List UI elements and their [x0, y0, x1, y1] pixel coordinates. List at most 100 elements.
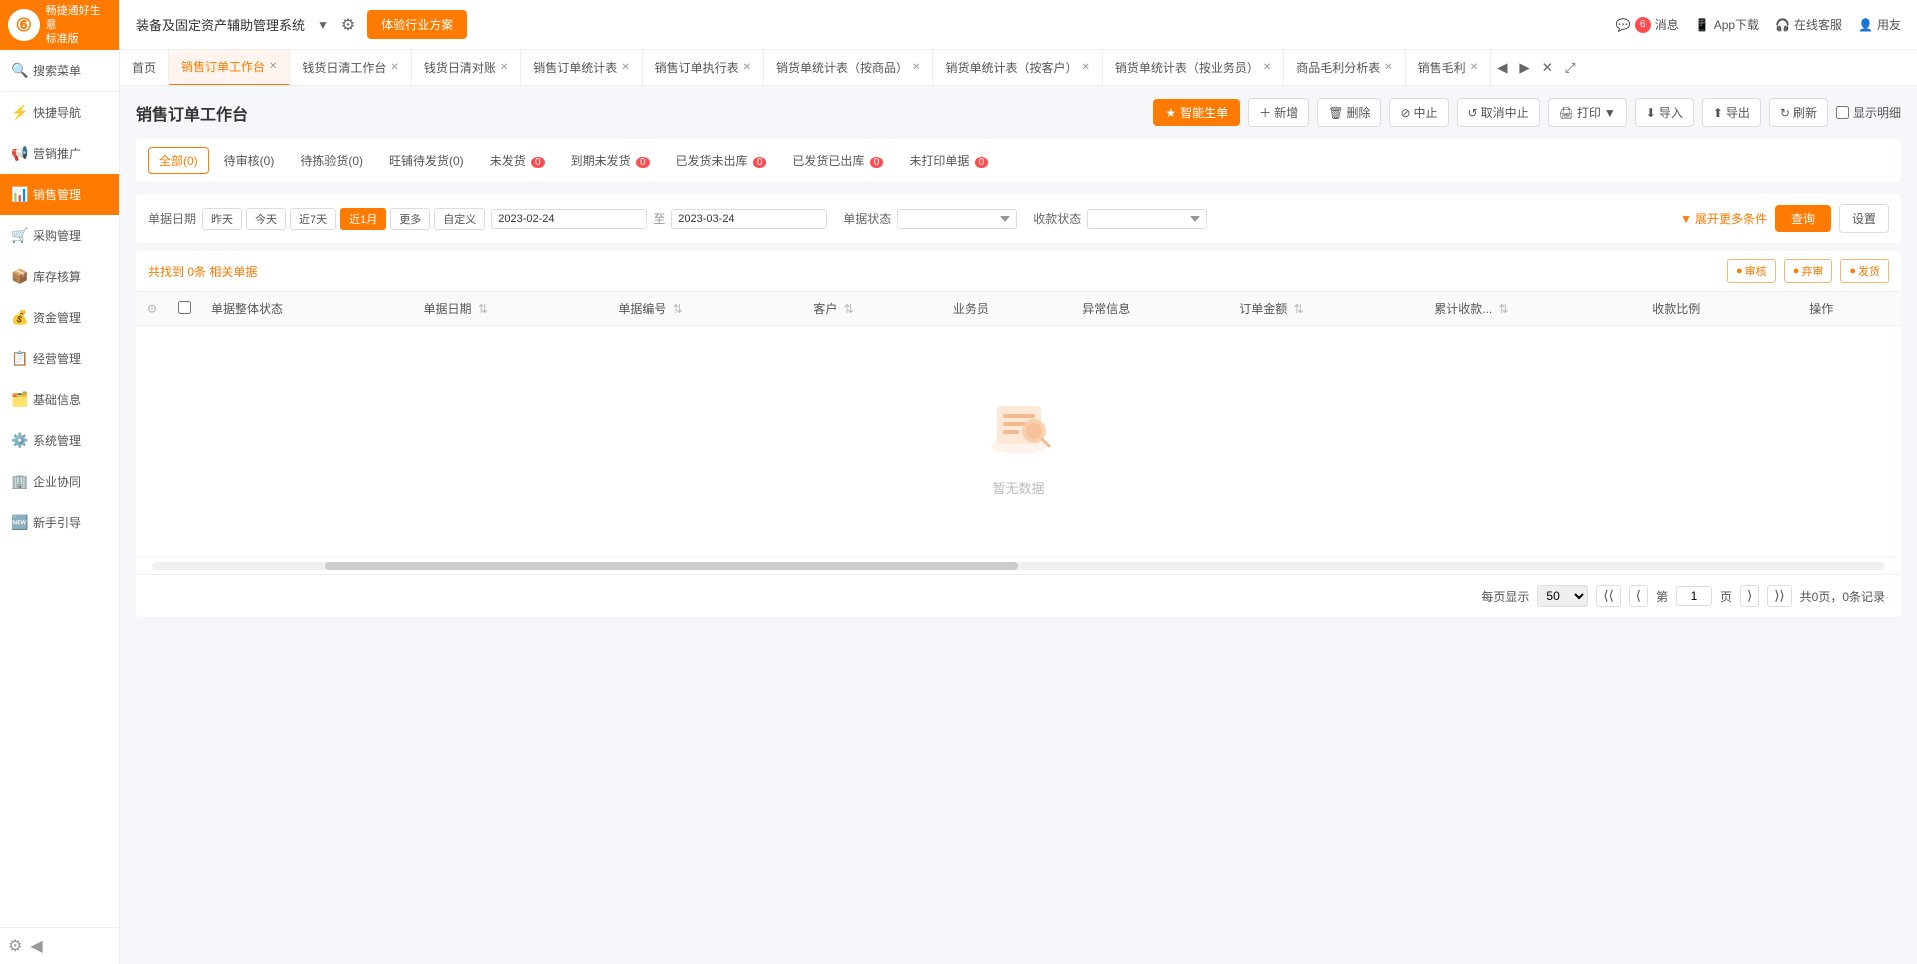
col-number[interactable]: 单据编号 ⇅ [608, 292, 803, 326]
user-menu-button[interactable]: 👤 用友 [1858, 16, 1901, 33]
tab-close-icon[interactable]: ✕ [743, 62, 751, 73]
page-next-button[interactable]: ⟩ [1740, 585, 1759, 607]
status-select[interactable] [897, 209, 1017, 229]
industry-solution-button[interactable]: 体验行业方案 [367, 10, 467, 39]
filter-tab-shipped-not-out[interactable]: 已发货未出库 0 [665, 147, 778, 174]
message-badge: 6 [1635, 17, 1651, 33]
date-more-button[interactable]: 更多 [390, 208, 430, 230]
sidebar-item-quick-nav[interactable]: ⚡ 快捷导航 [0, 92, 119, 133]
collapse-icon[interactable]: ◀ [30, 936, 42, 956]
page-size-select[interactable]: 50 100 200 [1537, 585, 1588, 607]
print-button[interactable]: 🖨 打印 ▼ [1548, 98, 1627, 127]
stop-button[interactable]: ⊘ 中止 [1389, 98, 1448, 127]
filter-tab-not-printed[interactable]: 未打印单据 0 [898, 147, 999, 174]
tab-gross-profit[interactable]: 商品毛利分析表 ✕ [1284, 50, 1405, 86]
page-number-input[interactable] [1676, 586, 1712, 606]
page-prev-button[interactable]: ⟨ [1629, 585, 1648, 607]
sidebar-item-finance[interactable]: 💰 资金管理 [0, 297, 119, 338]
table-checkbox-col[interactable] [168, 292, 201, 326]
select-all-checkbox[interactable] [178, 301, 191, 314]
sidebar-item-enterprise[interactable]: 🏢 企业协同 [0, 461, 119, 502]
tab-close-icon[interactable]: ✕ [1384, 62, 1392, 73]
tab-sales-order-exec[interactable]: 销售订单执行表 ✕ [643, 50, 764, 86]
message-button[interactable]: 💬 6 消息 [1616, 16, 1679, 33]
delete-button[interactable]: 🗑 删除 [1317, 98, 1381, 127]
scrollbar-thumb[interactable] [325, 562, 1018, 570]
date-to-input[interactable] [671, 209, 827, 229]
tab-close-icon[interactable]: ✕ [1470, 62, 1478, 73]
tab-daily-clear-workbench[interactable]: 钱货日清工作台 ✕ [290, 50, 411, 86]
tab-sales-order-workbench[interactable]: 销售订单工作台 ✕ [169, 50, 290, 86]
tab-sales-by-product[interactable]: 销货单统计表（按商品） ✕ [764, 50, 933, 86]
col-amount[interactable]: 订单金额 ⇅ [1229, 292, 1424, 326]
sidebar-item-search[interactable]: 🔍 搜索菜单 [0, 50, 119, 92]
filter-tab-wangpu-pending[interactable]: 旺铺待发货(0) [378, 147, 475, 174]
sidebar-item-purchase[interactable]: 🛒 采购管理 [0, 215, 119, 256]
export-button[interactable]: ⬆ 导出 [1702, 98, 1761, 127]
refresh-button[interactable]: ↻ 刷新 [1769, 98, 1828, 127]
sidebar-item-marketing[interactable]: 📢 营销推广 [0, 133, 119, 174]
app-download-button[interactable]: 📱 App下载 [1695, 16, 1759, 33]
col-date[interactable]: 单据日期 ⇅ [413, 292, 608, 326]
filter-tab-pending-inspection[interactable]: 待拣验货(0) [289, 147, 374, 174]
tab-sales-order-stats[interactable]: 销售订单统计表 ✕ [521, 50, 642, 86]
tab-home[interactable]: 首页 [120, 50, 169, 86]
date-today-button[interactable]: 今天 [246, 208, 286, 230]
payment-select[interactable] [1087, 209, 1207, 229]
date-yesterday-button[interactable]: 昨天 [202, 208, 242, 230]
import-button[interactable]: ⬇ 导入 [1635, 98, 1694, 127]
batch-ship-button[interactable]: ● 发货 [1840, 259, 1889, 283]
system-dropdown[interactable]: ▼ [317, 18, 329, 32]
add-button[interactable]: ＋ 新增 [1248, 98, 1309, 127]
show-detail-label[interactable]: 显示明细 [1836, 104, 1901, 121]
tab-sales-margin[interactable]: 销售毛利 ✕ [1406, 50, 1491, 86]
set-button[interactable]: 设置 [1839, 204, 1889, 233]
query-button[interactable]: 查询 [1775, 205, 1831, 232]
settings-icon[interactable]: ⚙ [8, 936, 22, 956]
filter-tab-shipped-out[interactable]: 已发货已出库 0 [781, 147, 894, 174]
tab-nav-next-button[interactable]: ▶ [1513, 50, 1535, 86]
date-from-input[interactable] [491, 209, 647, 229]
filter-tab-all[interactable]: 全部(0) [148, 147, 209, 174]
filter-tab-not-shipped[interactable]: 未发货 0 [479, 147, 556, 174]
sidebar-item-base-info[interactable]: 🗂️ 基础信息 [0, 379, 119, 420]
sidebar-item-guide[interactable]: 🆕 新手引导 [0, 502, 119, 543]
date-1month-button[interactable]: 近1月 [340, 208, 386, 230]
page-first-button[interactable]: ⟨⟨ [1596, 585, 1620, 607]
batch-cancel-review-button[interactable]: ● 弃审 [1784, 259, 1833, 283]
tab-sales-by-salesperson[interactable]: 销货单统计表（按业务员） ✕ [1103, 50, 1284, 86]
tab-close-icon[interactable]: ✕ [500, 62, 508, 73]
tab-close-icon[interactable]: ✕ [390, 62, 398, 73]
smart-generate-button[interactable]: ★ 智能生单 [1153, 99, 1240, 126]
page-last-button[interactable]: ⟩⟩ [1767, 585, 1791, 607]
online-service-button[interactable]: 🎧 在线客服 [1775, 16, 1842, 33]
filter-tab-overdue-not-shipped[interactable]: 到期未发货 0 [560, 147, 661, 174]
sidebar-item-sales[interactable]: 📊 销售管理 [0, 174, 119, 215]
batch-review-button[interactable]: ● 审核 [1727, 259, 1776, 283]
date-7days-button[interactable]: 近7天 [290, 208, 336, 230]
tab-nav-prev-button[interactable]: ◀ [1491, 50, 1513, 86]
col-customer[interactable]: 客户 ⇅ [803, 292, 943, 326]
col-accumulated-payment[interactable]: 累计收款... ⇅ [1424, 292, 1642, 326]
show-detail-checkbox[interactable] [1836, 106, 1849, 119]
sidebar-item-inventory[interactable]: 📦 库存核算 [0, 256, 119, 297]
sidebar-item-operations[interactable]: 📋 经营管理 [0, 338, 119, 379]
tab-sales-by-customer[interactable]: 销货单统计表（按客户） ✕ [933, 50, 1102, 86]
topbar-settings-icon[interactable]: ⚙ [341, 15, 355, 35]
expand-conditions-button[interactable]: ▼ 展开更多条件 [1680, 210, 1767, 227]
tab-close-icon[interactable]: ✕ [912, 62, 920, 73]
payment-label: 收款状态 [1033, 210, 1081, 227]
sidebar-item-system[interactable]: ⚙️ 系统管理 [0, 420, 119, 461]
tab-maximize-button[interactable]: ⤢ [1559, 50, 1582, 86]
tab-close-icon[interactable]: ✕ [1263, 62, 1271, 73]
tab-close-icon[interactable]: ✕ [1081, 62, 1089, 73]
date-custom-button[interactable]: 自定义 [434, 208, 485, 230]
tab-daily-clear-reconciliation[interactable]: 钱货日清对账 ✕ [412, 50, 521, 86]
tab-close-all-button[interactable]: ✕ [1536, 50, 1559, 86]
filter-tab-pending-review[interactable]: 待审核(0) [213, 147, 286, 174]
table-settings-col[interactable]: ⚙ [136, 292, 168, 326]
tab-close-icon[interactable]: ✕ [269, 61, 277, 72]
horizontal-scrollbar[interactable] [152, 562, 1885, 570]
cancel-stop-button[interactable]: ↺ 取消中止 [1457, 98, 1540, 127]
tab-close-icon[interactable]: ✕ [621, 62, 629, 73]
